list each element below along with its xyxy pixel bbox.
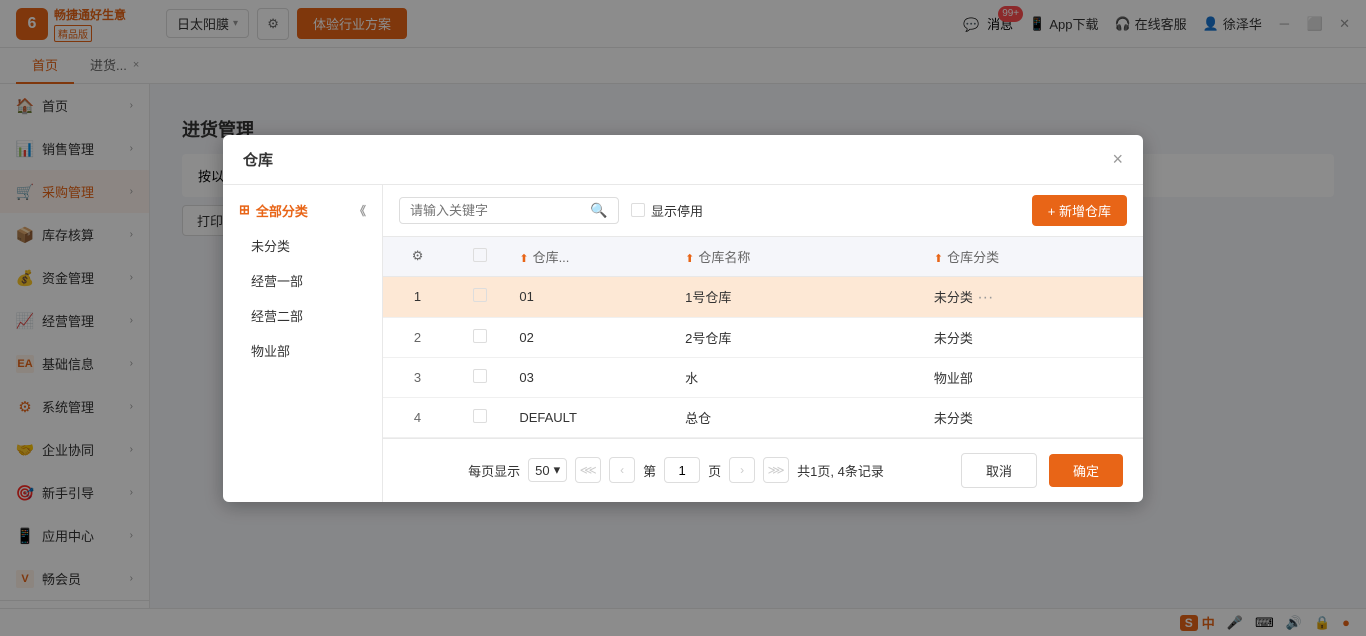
col-settings[interactable]: ⚙ bbox=[383, 237, 452, 277]
category-item-property[interactable]: 物业部 bbox=[223, 333, 382, 368]
col-checkbox[interactable] bbox=[452, 237, 507, 277]
total-info: 共1页, 4条记录 bbox=[797, 461, 884, 480]
dialog-header: 仓库 × bbox=[223, 135, 1143, 185]
dropdown-icon: ▾ bbox=[554, 462, 561, 478]
table-row[interactable]: 4 DEFAULT 总仓 未分类 bbox=[383, 397, 1143, 437]
table-row[interactable]: 2 02 2号仓库 未分类 bbox=[383, 317, 1143, 357]
row-code: 01 bbox=[507, 276, 673, 317]
sort-icon: ⬆ bbox=[519, 253, 528, 265]
per-page-label: 每页显示 bbox=[468, 461, 520, 480]
show-disabled-checkbox[interactable]: 显示停用 bbox=[631, 201, 703, 220]
col-category-header[interactable]: ⬆仓库分类 bbox=[922, 237, 1143, 277]
table-row[interactable]: 1 01 1号仓库 未分类 ··· bbox=[383, 276, 1143, 317]
data-table: ⚙ ⬆仓库... ⬆仓库名称 bbox=[383, 237, 1143, 438]
row-name: 2号仓库 bbox=[673, 317, 922, 357]
dialog-overlay: 仓库 × ⊞ 全部分类 《 未分类 经营一部 经营二部 物业部 bbox=[0, 0, 1366, 636]
row-checkbox-cell[interactable] bbox=[452, 317, 507, 357]
warehouse-dialog: 仓库 × ⊞ 全部分类 《 未分类 经营一部 经营二部 物业部 bbox=[223, 135, 1143, 502]
page-number-input[interactable] bbox=[664, 457, 700, 483]
pagination: 每页显示 50 ▾ ⋘ ‹ 第 页 › ⋙ 共1页, 4条记录 bbox=[403, 457, 949, 483]
cancel-button[interactable]: 取消 bbox=[961, 453, 1037, 488]
table-header: ⚙ ⬆仓库... ⬆仓库名称 bbox=[383, 237, 1143, 277]
confirm-button[interactable]: 确定 bbox=[1049, 454, 1123, 487]
row-num: 1 bbox=[383, 276, 452, 317]
row-checkbox[interactable] bbox=[473, 329, 487, 343]
row-checkbox[interactable] bbox=[473, 409, 487, 423]
category-item-dept2[interactable]: 经营二部 bbox=[223, 298, 382, 333]
sort-icon: ⬆ bbox=[685, 253, 694, 265]
collapse-icon[interactable]: 《 bbox=[354, 202, 366, 219]
row-category: 未分类 ··· bbox=[922, 276, 1143, 317]
dialog-close-button[interactable]: × bbox=[1112, 149, 1123, 170]
disabled-checkbox[interactable] bbox=[631, 203, 645, 217]
row-num: 4 bbox=[383, 397, 452, 437]
table-body: 1 01 1号仓库 未分类 ··· 2 02 2号仓库 未分类 3 03 水 物… bbox=[383, 276, 1143, 437]
all-categories-label: 全部分类 bbox=[256, 201, 308, 220]
add-warehouse-button[interactable]: + 新增仓库 bbox=[1032, 195, 1127, 226]
dialog-toolbar: 🔍 显示停用 + 新增仓库 bbox=[383, 185, 1143, 237]
grid-icon: ⊞ bbox=[239, 202, 250, 218]
row-name: 1号仓库 bbox=[673, 276, 922, 317]
page-last-button[interactable]: ⋙ bbox=[763, 457, 789, 483]
row-num: 2 bbox=[383, 317, 452, 357]
row-checkbox[interactable] bbox=[473, 288, 487, 302]
row-checkbox-cell[interactable] bbox=[452, 357, 507, 397]
table-row[interactable]: 3 03 水 物业部 bbox=[383, 357, 1143, 397]
row-name: 水 bbox=[673, 357, 922, 397]
dialog-category-sidebar: ⊞ 全部分类 《 未分类 经营一部 经营二部 物业部 bbox=[223, 185, 383, 502]
row-num: 3 bbox=[383, 357, 452, 397]
col-name-header[interactable]: ⬆仓库名称 bbox=[673, 237, 922, 277]
row-checkbox[interactable] bbox=[473, 369, 487, 383]
row-code: DEFAULT bbox=[507, 397, 673, 437]
category-item-uncategorized[interactable]: 未分类 bbox=[223, 228, 382, 263]
page-prev-button[interactable]: ‹ bbox=[609, 457, 635, 483]
dialog-body: ⊞ 全部分类 《 未分类 经营一部 经营二部 物业部 🔍 bbox=[223, 185, 1143, 502]
row-category: 物业部 bbox=[922, 357, 1143, 397]
show-disabled-label: 显示停用 bbox=[651, 201, 703, 220]
row-code: 03 bbox=[507, 357, 673, 397]
sort-icon: ⬆ bbox=[934, 253, 943, 265]
page-label: 页 bbox=[708, 461, 721, 480]
search-box: 🔍 bbox=[399, 197, 619, 224]
page-label-pre: 第 bbox=[643, 461, 656, 480]
row-more-button[interactable]: ··· bbox=[973, 289, 993, 306]
row-name: 总仓 bbox=[673, 397, 922, 437]
dialog-title: 仓库 bbox=[243, 149, 273, 170]
dialog-footer: 每页显示 50 ▾ ⋘ ‹ 第 页 › ⋙ 共1页, 4条记录 bbox=[383, 438, 1143, 502]
row-checkbox-cell[interactable] bbox=[452, 276, 507, 317]
row-category: 未分类 bbox=[922, 317, 1143, 357]
row-category: 未分类 bbox=[922, 397, 1143, 437]
row-checkbox-cell[interactable] bbox=[452, 397, 507, 437]
search-icon[interactable]: 🔍 bbox=[590, 202, 607, 219]
dialog-main: 🔍 显示停用 + 新增仓库 ⚙ bbox=[383, 185, 1143, 502]
col-code-header[interactable]: ⬆仓库... bbox=[507, 237, 673, 277]
warehouse-table: ⚙ ⬆仓库... ⬆仓库名称 bbox=[383, 237, 1143, 438]
search-input[interactable] bbox=[410, 203, 590, 218]
header-checkbox[interactable] bbox=[473, 248, 487, 262]
per-page-select[interactable]: 50 ▾ bbox=[528, 458, 567, 482]
category-all-header[interactable]: ⊞ 全部分类 《 bbox=[223, 193, 382, 228]
row-code: 02 bbox=[507, 317, 673, 357]
page-next-button[interactable]: › bbox=[729, 457, 755, 483]
page-first-button[interactable]: ⋘ bbox=[575, 457, 601, 483]
category-item-dept1[interactable]: 经营一部 bbox=[223, 263, 382, 298]
